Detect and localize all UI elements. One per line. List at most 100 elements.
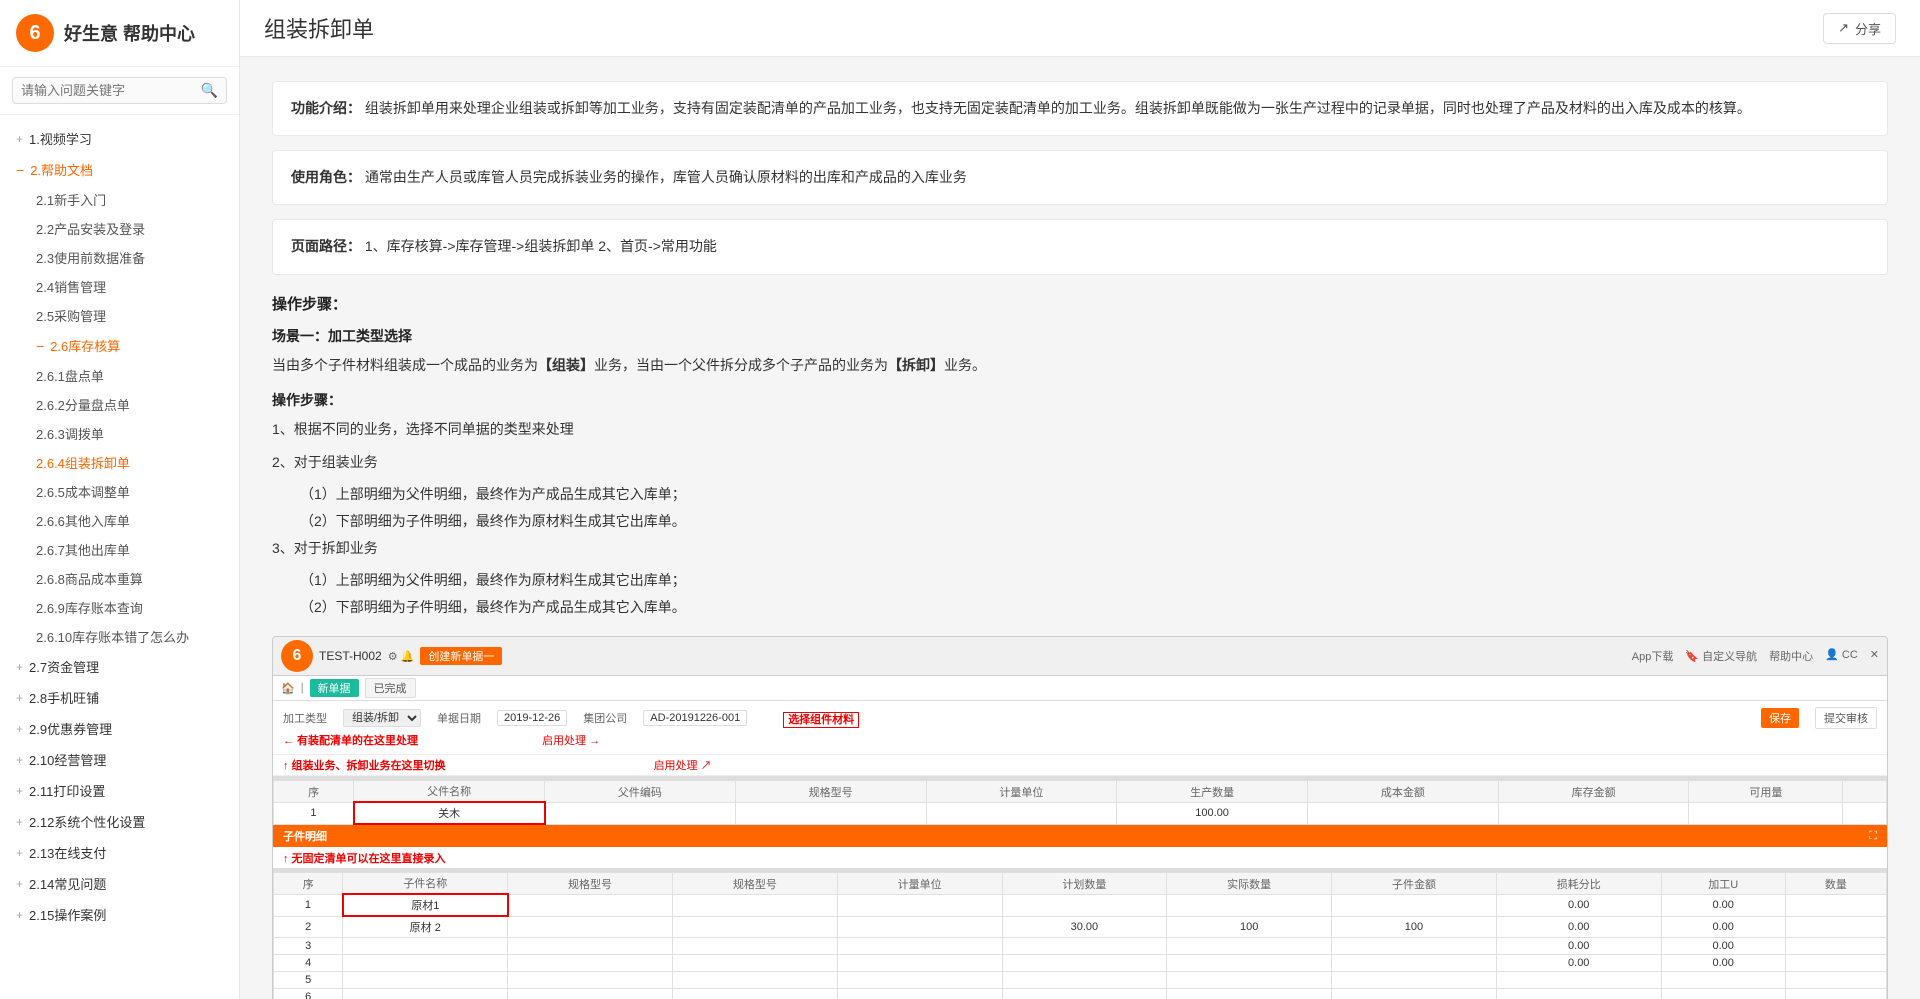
sidebar-item-cost-adjust[interactable]: 2.6.5成本调整单 <box>0 477 239 506</box>
cell-prod-qty: 100.00 <box>1117 802 1308 824</box>
cell-cost-amt <box>1307 802 1498 824</box>
sidebar-item-help-doc[interactable]: − 2.帮助文档 <box>0 154 239 185</box>
col-child-unit: 计量单位 <box>837 873 1002 895</box>
sidebar-item-inventory[interactable]: − 2.6库存核算 <box>0 330 239 361</box>
lower-header-label: 子件明细 <box>283 828 327 844</box>
mock-tab-new[interactable]: 新单据 <box>310 679 359 697</box>
sidebar-item-cases[interactable]: + 2.15操作案例 <box>0 899 239 930</box>
sidebar-item-mobile[interactable]: + 2.8手机旺铺 <box>0 682 239 713</box>
nav-tree: + 1.视频学习 − 2.帮助文档 2.1新手入门 2.2产品安装及登录 2.3… <box>0 115 239 999</box>
sidebar-item-transfer[interactable]: 2.6.3调拨单 <box>0 419 239 448</box>
sidebar-item-partial-stocktake[interactable]: 2.6.2分量盘点单 <box>0 390 239 419</box>
sidebar-item-other-inbound[interactable]: 2.6.6其他入库单 <box>0 506 239 535</box>
col-parent-name: 父件名称 <box>354 781 545 803</box>
logo-area: 6 好生意 帮助中心 <box>0 0 239 67</box>
window-chrome: 6 TEST-H002 ⚙ 🔔 创建新单据一 App下载 🔖 自定义导航 帮助中… <box>273 637 1887 676</box>
sidebar-item-print[interactable]: + 2.11打印设置 <box>0 775 239 806</box>
sidebar-item-label: 2.6库存核算 <box>50 336 120 355</box>
sidebar-item-ledger-fix[interactable]: 2.6.10库存账本错了怎么办 <box>0 622 239 651</box>
sidebar-item-stocktake[interactable]: 2.6.1盘点单 <box>0 361 239 390</box>
window-left: 6 TEST-H002 ⚙ 🔔 创建新单据一 <box>281 640 502 672</box>
sidebar-item-assembly[interactable]: 2.6.4组装拆卸单 <box>0 448 239 477</box>
cell-parent-code <box>545 802 736 824</box>
mock-lower-table: 序 子件名称 规格型号 规格型号 计量单位 计划数量 实际数量 子件金额 损耗分… <box>273 872 1887 999</box>
mock-lower-header: 子件明细 ⛶ <box>273 825 1887 847</box>
step3-sub2: （2）下部明细为子件明细，最终作为产成品生成其它入库单。 <box>300 594 1888 621</box>
minus-icon-2: − <box>16 162 24 178</box>
sidebar-item-finance[interactable]: + 2.7资金管理 <box>0 651 239 682</box>
mock-upper-table-area: 序 父件名称 父件编码 规格型号 计量单位 生产数量 成本金额 库存金额 可用量 <box>273 780 1887 825</box>
path-label: 页面路径： <box>291 238 361 254</box>
role-label: 使用角色： <box>291 169 361 185</box>
window-shortcuts: 🔖 自定义导航 <box>1685 648 1757 664</box>
window-close[interactable]: ✕ <box>1870 648 1879 664</box>
path-text: 1、库存核算->库存管理->组装拆卸单 2、首页->常用功能 <box>365 238 717 254</box>
share-button[interactable]: ↗ 分享 <box>1823 13 1896 44</box>
search-input[interactable] <box>21 83 201 98</box>
intro-text: 组装拆卸单用来处理企业组装或拆卸等加工业务，支持有固定装配清单的产品加工业务，也… <box>365 100 1751 116</box>
sidebar-item-online-pay[interactable]: + 2.13在线支付 <box>0 837 239 868</box>
mock-type-select[interactable]: 组装/拆卸 <box>343 709 421 727</box>
table-row: 4 0.00 0.00 <box>274 955 1887 972</box>
window-nav-icons: ⚙ 🔔 <box>388 650 415 663</box>
plus-icon-1: + <box>16 132 23 146</box>
share-icon: ↗ <box>1838 20 1849 36</box>
annotation-area1: 选择组件材料 <box>763 710 859 727</box>
path-block: 页面路径： 1、库存核算->库存管理->组装拆卸单 2、首页->常用功能 <box>272 219 1888 274</box>
sidebar-item-video[interactable]: + 1.视频学习 <box>0 123 239 154</box>
plus-icon-29: + <box>16 722 23 736</box>
sidebar-item-purchase[interactable]: 2.5采购管理 <box>0 301 239 330</box>
annotation-row: ← 有装配清单的在这里处理 启用处理 → <box>283 732 1877 748</box>
col-loss-pct: 损耗分比 <box>1496 873 1661 895</box>
col-stock-amt: 库存金额 <box>1498 781 1689 803</box>
search-icon: 🔍 <box>201 82 218 99</box>
sidebar-item-data-prep[interactable]: 2.3使用前数据准备 <box>0 243 239 272</box>
plus-icon-215: + <box>16 908 23 922</box>
table-row: 1 关木 100.00 <box>274 802 1887 824</box>
col-seq2: 序 <box>274 873 343 895</box>
annotation-no-bom: ↑ 无固定清单可以在这里直接录入 <box>283 853 446 865</box>
window-user: 👤 CC <box>1825 648 1858 664</box>
cell-action <box>1843 802 1887 824</box>
sidebar-item-install[interactable]: 2.2产品安装及登录 <box>0 214 239 243</box>
sidebar-item-label: 2.7资金管理 <box>29 657 99 676</box>
sidebar-item-label: 2.12系统个性化设置 <box>29 812 145 831</box>
col-action <box>1843 781 1887 803</box>
plus-icon-27: + <box>16 660 23 674</box>
col-child-spec: 规格型号 <box>672 873 837 895</box>
logo-text: 好生意 帮助中心 <box>64 20 195 46</box>
col-avail: 可用量 <box>1689 781 1843 803</box>
mock-tab-done[interactable]: 已完成 <box>365 678 416 698</box>
mock-org-label: 集团公司 <box>583 710 627 726</box>
sidebar-item-other-outbound[interactable]: 2.6.7其他出库单 <box>0 535 239 564</box>
sidebar-item-newbie[interactable]: 2.1新手入门 <box>0 185 239 214</box>
topbar: 组装拆卸单 ↗ 分享 <box>240 0 1920 57</box>
sidebar-item-customization[interactable]: + 2.12系统个性化设置 <box>0 806 239 837</box>
sidebar: 6 好生意 帮助中心 🔍 + 1.视频学习 − 2.帮助文档 2.1新手入门 2… <box>0 0 240 999</box>
search-box[interactable]: 🔍 <box>12 77 227 104</box>
table-row: 2 原材 2 30.00 100 100 0.00 0.00 <box>274 916 1887 938</box>
sidebar-item-cost-recalc[interactable]: 2.6.8商品成本重算 <box>0 564 239 593</box>
sidebar-item-label: 2.13在线支付 <box>29 843 106 862</box>
cell-avail <box>1689 802 1843 824</box>
cell-seq: 1 <box>274 802 354 824</box>
sidebar-item-label: 2.10经营管理 <box>29 750 106 769</box>
sidebar-item-coupon[interactable]: + 2.9优惠券管理 <box>0 713 239 744</box>
mock-nav-bar: 🏠 | 新单据 已完成 <box>273 676 1887 701</box>
sidebar-item-stock-ledger[interactable]: 2.6.9库存账本查询 <box>0 593 239 622</box>
sidebar-item-ops[interactable]: + 2.10经营管理 <box>0 744 239 775</box>
sidebar-item-faq[interactable]: + 2.14常见问题 <box>0 868 239 899</box>
mock-submit-btn[interactable]: 提交审核 <box>1815 707 1877 729</box>
sidebar-item-label: 2.8手机旺铺 <box>29 688 99 707</box>
intro-block: 功能介绍： 组装拆卸单用来处理企业组装或拆卸等加工业务，支持有固定装配清单的产品… <box>272 81 1888 136</box>
page-title: 组装拆卸单 <box>264 12 374 44</box>
mock-save-btn[interactable]: 保存 <box>1761 708 1799 728</box>
cell-parent-name: 关木 <box>354 802 545 824</box>
mock-date-label: 单据日期 <box>437 710 481 726</box>
cell-spec <box>735 802 926 824</box>
window-new-btn[interactable]: 创建新单据一 <box>420 647 502 665</box>
col-qty2: 数量 <box>1785 873 1886 895</box>
sidebar-item-sales[interactable]: 2.4销售管理 <box>0 272 239 301</box>
col-plan-qty: 计划数量 <box>1002 873 1167 895</box>
scenario-header: 场景一：加工类型选择 <box>272 326 1888 346</box>
